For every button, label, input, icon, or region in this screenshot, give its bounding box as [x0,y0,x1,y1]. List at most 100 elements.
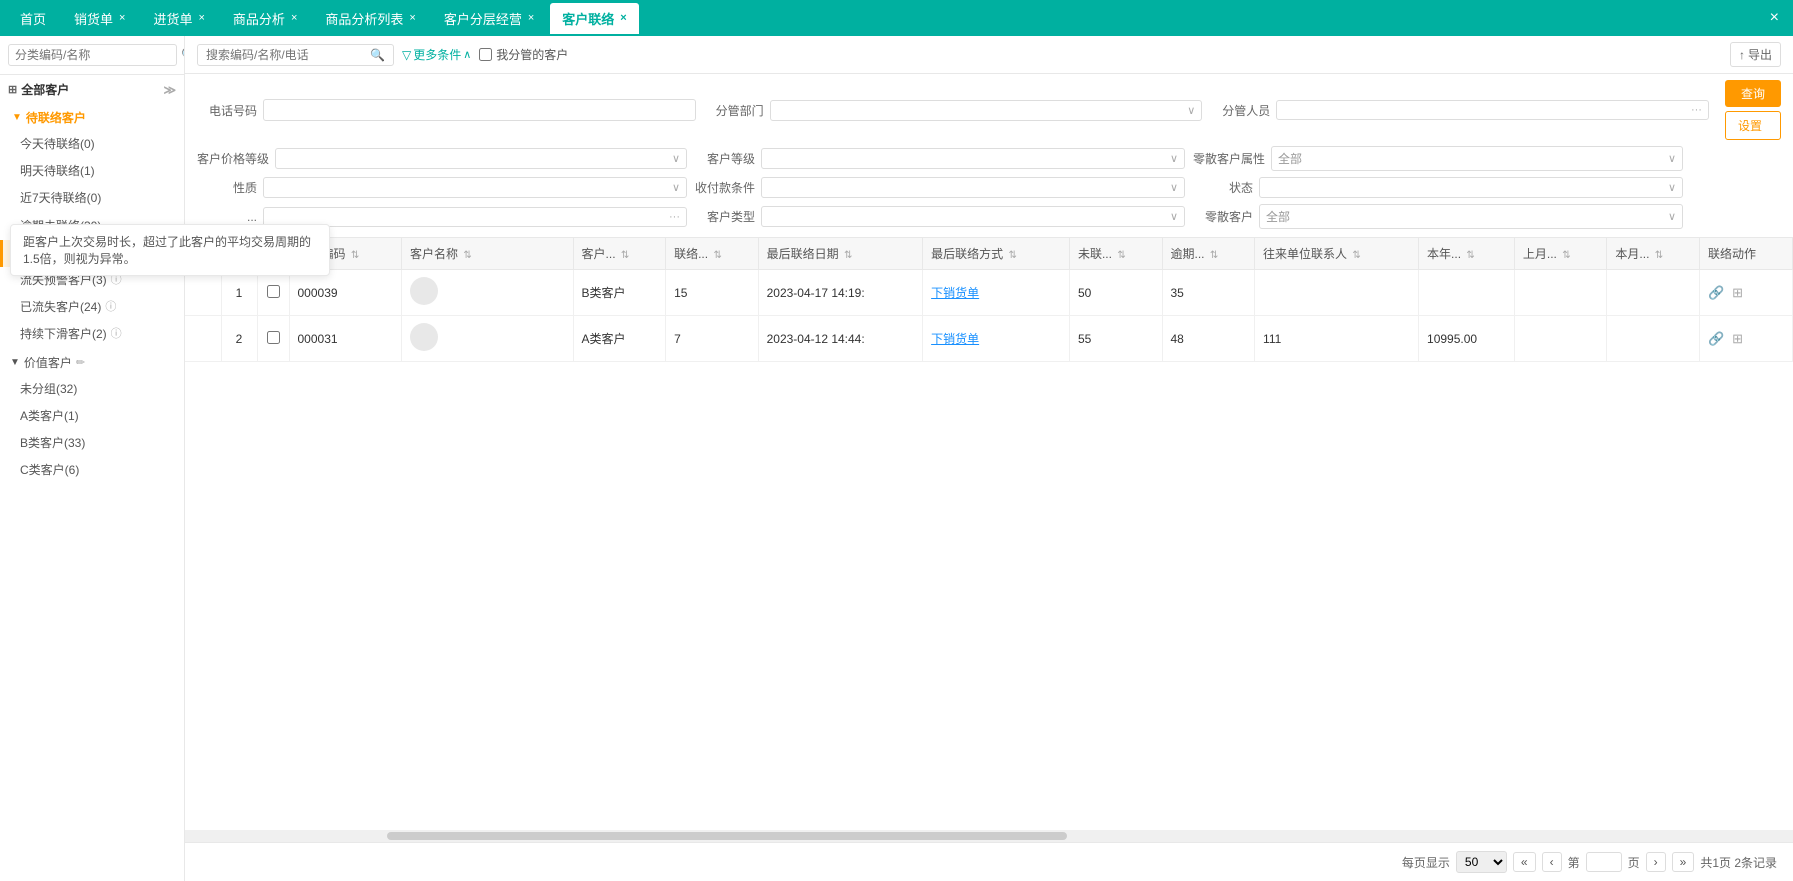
sidebar-item-classC[interactable]: C类客户(6) [0,457,184,484]
filter-field-phone: 电话号码 [197,99,696,121]
row2-last-method[interactable]: 下销货单 [923,316,1070,362]
close-tab-analysis[interactable]: × [291,12,297,24]
tab-customer-segment[interactable]: 客户分层经营 × [432,3,546,34]
row1-link-icon[interactable]: 🔗 [1708,285,1724,301]
tooltip-text: 距客户上次交易时长，超过了此客户的平均交易周期的1.5倍，则视为异常。 [23,235,311,266]
sidebar-item-7days[interactable]: 近7天待联络(0) [0,185,184,212]
tab-analysis-list[interactable]: 商品分析列表 × [313,3,427,34]
filter-field-status: 状态 ∨ [1193,177,1683,198]
filter-select-payment[interactable]: ∨ [761,177,1185,198]
sidebar-item-ungroup[interactable]: 未分组(32) [0,376,184,403]
filter-row-2: 客户价格等级 ∨ 客户等级 ∨ 零散客户属性 全部 [197,146,1781,171]
filter-select-status[interactable]: ∨ [1259,177,1683,198]
filter-select-scatter-cust[interactable]: 全部 ∨ [1259,204,1683,229]
main-search-icon[interactable]: 🔍 [370,48,385,62]
table-row: 1 000039 B类客户 15 2023-04-17 14:19: 下销货单 [185,270,1793,316]
value-group-edit-icon[interactable]: ✏ [76,356,85,369]
per-page-label: 每页显示 [1402,854,1450,871]
more-conditions-button[interactable]: ▽ 更多条件 ∧ [402,46,471,63]
chevron-down-icon-grade: ∨ [1170,152,1178,165]
row2-link-icon[interactable]: 🔗 [1708,331,1724,347]
close-tab-sales[interactable]: × [119,12,125,24]
filter-input-phone[interactable] [263,99,696,121]
info-icon-declining: ⓘ [111,326,122,344]
sidebar-search-input[interactable] [8,44,177,66]
pending-group-header[interactable]: ▼ 待联络客户 [0,104,184,131]
th-this-month[interactable]: 本月... ⇅ [1607,238,1700,270]
query-button[interactable]: 查询 [1725,80,1781,107]
close-tab-customer-segment[interactable]: × [528,12,534,24]
th-overdue[interactable]: 逾期... ⇅ [1162,238,1255,270]
all-customers-header[interactable]: ⊞ 全部客户 ≫ [0,75,184,104]
sidebar-item-classA[interactable]: A类客户(1) [0,403,184,430]
filter-select-customer-grade[interactable]: ∨ [761,148,1185,169]
th-type[interactable]: 客户... ⇅ [573,238,666,270]
filter-select-price-grade[interactable]: ∨ [275,148,687,169]
row1-grid-icon[interactable]: ⊞ [1732,285,1743,301]
next-page-button[interactable]: › [1646,852,1666,872]
th-contact-person[interactable]: 往来单位联系人 ⇅ [1255,238,1419,270]
row2-grid-icon[interactable]: ⊞ [1732,331,1743,347]
table-header-row: ⚙ # 客户编码 ⇅ 客户名称 ⇅ [185,238,1793,270]
sidebar-collapse-icon[interactable]: ≫ [163,83,176,97]
close-all-button[interactable]: × [1764,7,1785,29]
main-search-input[interactable] [206,48,366,62]
tab-purchase[interactable]: 进货单 × [141,3,216,34]
row2-overdue: 48 [1162,316,1255,362]
filter-select-manager[interactable]: ··· [1276,100,1709,120]
filter-select-cust-type[interactable]: ∨ [761,206,1185,227]
close-tab-purchase[interactable]: × [198,12,204,24]
filter-select-nature[interactable]: ∨ [263,177,687,198]
filter-select-dept[interactable]: ∨ [770,100,1203,121]
row1-name [402,270,574,316]
value-group-header[interactable]: ▼ 价值客户 ✏ [0,349,184,376]
sidebar-item-tomorrow[interactable]: 明天待联络(1) [0,158,184,185]
my-customer-checkbox[interactable] [479,48,492,61]
tab-analysis[interactable]: 商品分析 × [221,3,309,34]
row2-select[interactable] [267,331,280,344]
filter-label-payment: 收付款条件 [695,179,755,196]
row1-settings [185,270,221,316]
customer-table: ⚙ # 客户编码 ⇅ 客户名称 ⇅ [185,238,1793,362]
chevron-down-icon-dept: ∨ [1187,104,1195,117]
th-contact[interactable]: 联络... ⇅ [666,238,759,270]
th-name[interactable]: 客户名称 ⇅ [402,238,574,270]
prev-page-button[interactable]: ‹ [1542,852,1562,872]
row2-contact-person: 111 [1255,316,1419,362]
row1-last-method-link[interactable]: 下销货单 [931,286,979,300]
sort-icon-this-month: ⇅ [1655,250,1663,261]
sidebar-item-lost[interactable]: 已流失客户(24) ⓘ [0,294,184,321]
close-tab-customer-contact[interactable]: × [620,12,626,24]
row1-select[interactable] [267,285,280,298]
sidebar-item-classB[interactable]: B类客户(33) [0,430,184,457]
th-last-month[interactable]: 上月... ⇅ [1514,238,1607,270]
filter-select-scatter-attr[interactable]: 全部 ∨ [1271,146,1683,171]
main-search-box: 🔍 [197,44,394,66]
row2-last-date: 2023-04-12 14:44: [758,316,923,362]
export-button[interactable]: ↑ 导出 [1730,42,1781,67]
th-last-date[interactable]: 最后联络日期 ⇅ [758,238,923,270]
filter-field-manager: 分管人员 ··· [1210,100,1709,120]
sidebar-item-today[interactable]: 今天待联络(0) [0,131,184,158]
table-scroll-bar[interactable] [185,830,1793,842]
per-page-select[interactable]: 50 100 200 [1456,851,1507,873]
total-label: 共1页 2条记录 [1700,854,1777,871]
tab-home[interactable]: 首页 [8,3,58,34]
close-tab-analysis-list[interactable]: × [409,12,415,24]
row2-code: 000031 [289,316,402,362]
last-page-button[interactable]: » [1672,852,1695,872]
row2-last-method-link[interactable]: 下销货单 [931,332,979,346]
main-layout: 🔍 ⊞ 全部客户 ≫ ▼ 待联络客户 今天待联络(0) 明天待联络(1) 近7天… [0,36,1793,881]
th-last-method[interactable]: 最后联络方式 ⇅ [923,238,1070,270]
th-unreached[interactable]: 未联... ⇅ [1069,238,1162,270]
tab-customer-contact[interactable]: 客户联络 × [550,3,638,34]
sidebar-item-declining[interactable]: 持续下滑客户(2) ⓘ [0,321,184,348]
row1-last-method[interactable]: 下销货单 [923,270,1070,316]
settings-button[interactable]: 设置 [1725,111,1781,140]
th-this-year[interactable]: 本年... ⇅ [1419,238,1515,270]
page-input[interactable]: 1 [1586,852,1622,872]
table-scroll-thumb[interactable] [387,832,1067,840]
tab-sales[interactable]: 销货单 × [62,3,137,34]
value-arrow-icon: ▼ [10,357,20,368]
first-page-button[interactable]: « [1513,852,1536,872]
